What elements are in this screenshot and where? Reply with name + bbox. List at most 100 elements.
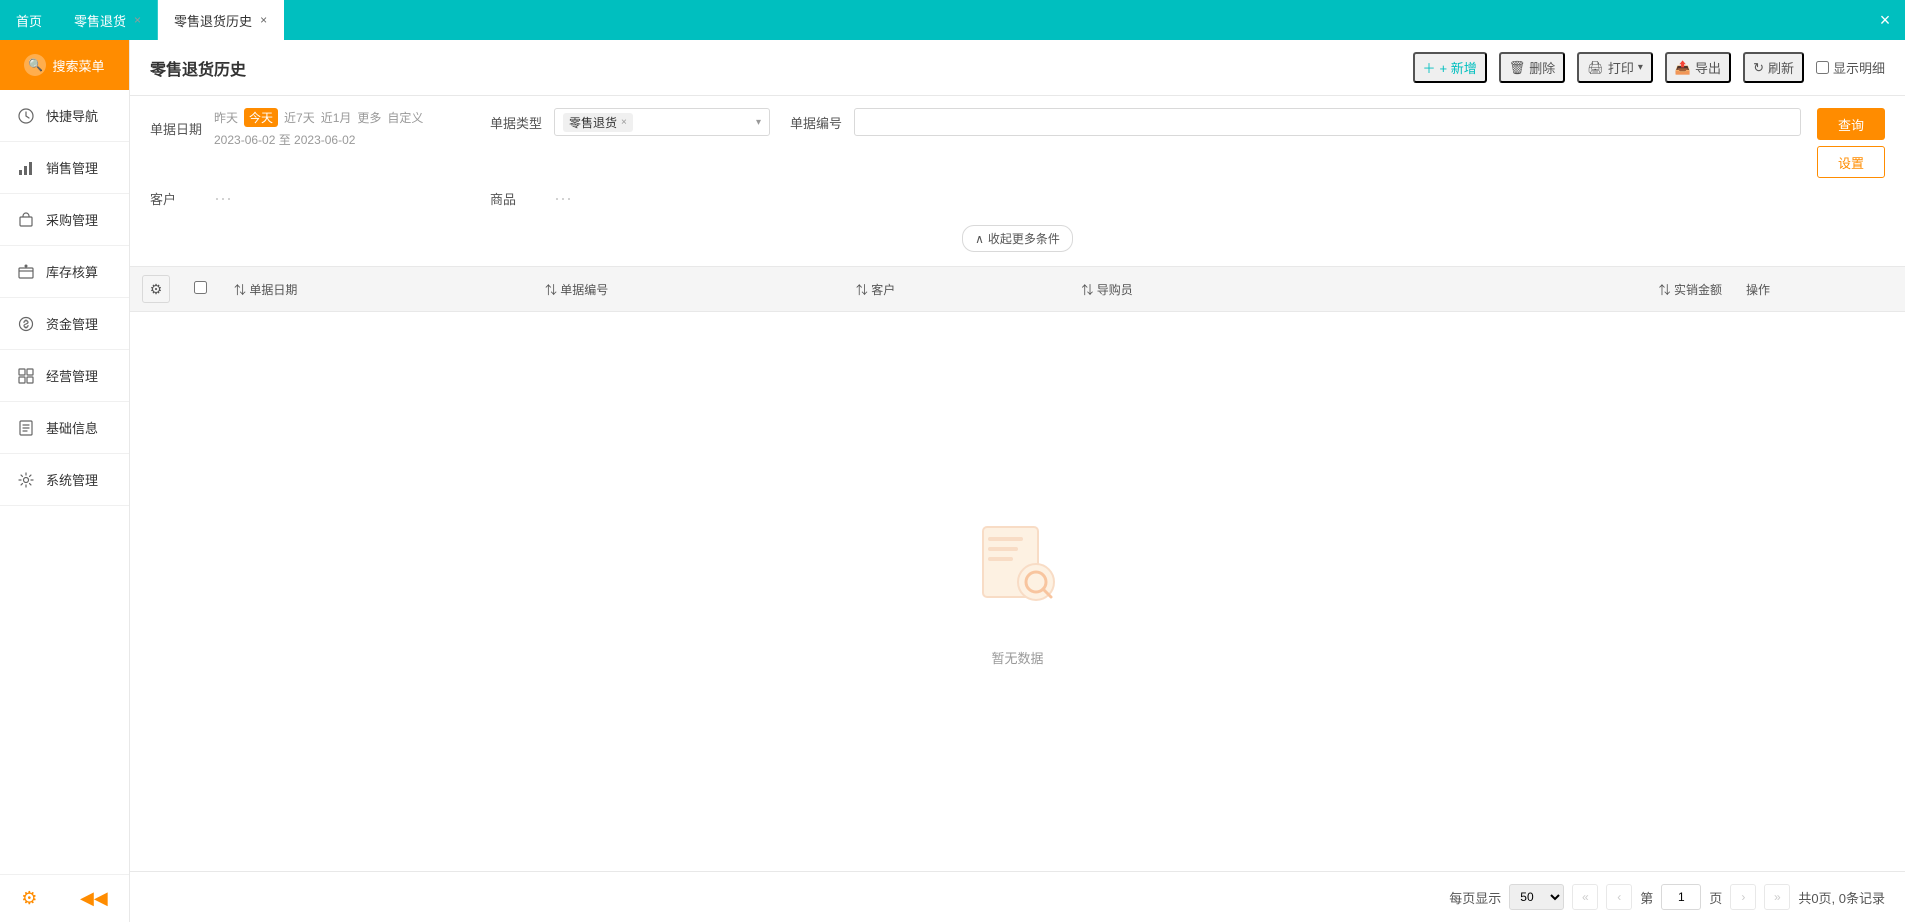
th-amount-label: ⇅ 实销金额 <box>1659 283 1722 297</box>
th-checkbox <box>182 267 222 312</box>
page-number-input[interactable] <box>1661 884 1701 910</box>
sidebar-item-inventory[interactable]: 库存核算 <box>0 246 129 298</box>
sidebar-item-label: 资金管理 <box>46 314 98 333</box>
system-mgmt-icon <box>16 470 36 490</box>
refresh-button[interactable]: ↻ 刷新 <box>1743 52 1804 83</box>
sidebar-item-basic-info[interactable]: 基础信息 <box>0 402 129 454</box>
show-detail-label: 显示明细 <box>1833 58 1885 77</box>
tab-home[interactable]: 首页 <box>0 0 58 40</box>
th-customer: ⇅ 客户 <box>844 267 1070 312</box>
filter-area: 单据日期 昨天 今天 近7天 近1月 更多 自定义 2023-06-02 至 2… <box>130 96 1905 267</box>
sidebar-item-label: 采购管理 <box>46 210 98 229</box>
prev-page-button[interactable]: ‹ <box>1606 884 1632 910</box>
sidebar-item-system-mgmt[interactable]: 系统管理 <box>0 454 129 506</box>
query-set-buttons: 查询 设置 <box>1817 108 1885 178</box>
sidebar-item-label: 库存核算 <box>46 262 98 281</box>
filter-more-row: ∧ 收起更多条件 <box>150 219 1885 254</box>
sidebar-item-sales-mgmt[interactable]: 销售管理 <box>0 142 129 194</box>
table-settings-button[interactable]: ⚙ <box>142 275 170 303</box>
th-date-label: ⇅ 单据日期 <box>234 283 297 297</box>
first-page-button[interactable]: « <box>1572 884 1598 910</box>
tab-retail-return-history[interactable]: 零售退货历史 × <box>158 0 284 40</box>
next-page-button[interactable]: › <box>1730 884 1756 910</box>
th-action: 操作 <box>1734 267 1905 312</box>
new-button[interactable]: ＋ + 新增 <box>1413 52 1487 83</box>
delete-button[interactable]: 🗑 删除 <box>1499 52 1566 83</box>
date-range-display: 2023-06-02 至 2023-06-02 <box>214 131 423 148</box>
tab-retail-return-history-close[interactable]: × <box>260 13 267 27</box>
volume-bottom-button[interactable]: ◀◀ <box>80 888 108 909</box>
show-detail-input[interactable] <box>1816 61 1829 74</box>
th-guide: ⇅ 导购员 <box>1069 267 1337 312</box>
page-label: 第 <box>1640 888 1653 907</box>
inventory-icon <box>16 262 36 282</box>
doc-type-select[interactable]: 零售退货 × ▾ <box>554 108 770 136</box>
sidebar-item-label: 快捷导航 <box>46 106 98 125</box>
customer-dots[interactable]: ··· <box>214 188 470 209</box>
doc-number-label: 单据编号 <box>790 113 846 132</box>
date-options-group: 昨天 今天 近7天 近1月 更多 自定义 2023-06-02 至 2023-0… <box>214 108 423 148</box>
collapse-more-button[interactable]: ∧ 收起更多条件 <box>962 225 1073 252</box>
date-option-yesterday[interactable]: 昨天 <box>214 109 238 126</box>
page-unit: 页 <box>1709 888 1722 907</box>
sidebar-item-quick-nav[interactable]: 快捷导航 <box>0 90 129 142</box>
show-detail-checkbox[interactable]: 显示明细 <box>1816 58 1885 77</box>
empty-text: 暂无数据 <box>991 648 1043 667</box>
page-header: 零售退货历史 ＋ + 新增 🗑 删除 🖨 打印 ▾ 📤 导出 <box>130 40 1905 96</box>
th-customer-label: ⇅ 客户 <box>856 283 895 297</box>
doc-number-input[interactable] <box>854 108 1801 136</box>
filter-customer-field: 客户 ··· <box>150 188 470 209</box>
settings-bottom-button[interactable]: ⚙ <box>21 888 37 909</box>
date-option-more[interactable]: 更多 <box>357 109 381 126</box>
filter-row-1: 单据日期 昨天 今天 近7天 近1月 更多 自定义 2023-06-02 至 2… <box>150 108 1885 178</box>
collapse-up-icon: ∧ <box>975 232 984 246</box>
goods-dots[interactable]: ··· <box>554 188 1885 209</box>
date-label: 单据日期 <box>150 119 206 138</box>
sidebar-item-label: 基础信息 <box>46 418 98 437</box>
doc-type-tag-close[interactable]: × <box>621 117 627 128</box>
print-chevron-icon: ▾ <box>1638 62 1643 73</box>
th-settings: ⚙ <box>130 267 182 312</box>
tab-retail-return[interactable]: 零售退货 × <box>58 0 158 40</box>
date-option-custom[interactable]: 自定义 <box>387 109 423 126</box>
th-guide-label: ⇅ 导购员 <box>1081 283 1132 297</box>
doc-type-tag: 零售退货 × <box>563 113 633 132</box>
table-area: ⚙ ⇅ 单据日期 ⇅ 单据编号 <box>130 267 1905 871</box>
filter-goods-field: 商品 ··· <box>490 188 1885 209</box>
doc-type-select-arrow: ▾ <box>756 117 761 128</box>
export-button[interactable]: 📤 导出 <box>1665 52 1731 83</box>
finance-mgmt-icon <box>16 314 36 334</box>
print-icon: 🖨 <box>1587 60 1604 76</box>
select-all-checkbox[interactable] <box>194 281 207 294</box>
top-bar: 首页 零售退货 × 零售退货历史 × × <box>0 0 1905 40</box>
collapse-label: 收起更多条件 <box>988 230 1060 247</box>
doc-type-label: 单据类型 <box>490 113 546 132</box>
set-button[interactable]: 设置 <box>1817 146 1885 178</box>
window-close-button[interactable]: × <box>1865 0 1905 40</box>
query-button[interactable]: 查询 <box>1817 108 1885 140</box>
sidebar-item-operations-mgmt[interactable]: 经营管理 <box>0 350 129 402</box>
tab-retail-return-close[interactable]: × <box>134 13 141 27</box>
page-title: 零售退货历史 <box>150 56 246 80</box>
refresh-icon: ↻ <box>1753 60 1764 76</box>
per-page-select[interactable]: 10 20 50 100 <box>1509 884 1564 910</box>
filter-doc-type-field: 单据类型 零售退货 × ▾ <box>490 108 770 136</box>
sidebar-item-label: 销售管理 <box>46 158 98 177</box>
purchase-mgmt-icon <box>16 210 36 230</box>
last-page-button[interactable]: » <box>1764 884 1790 910</box>
date-option-7days[interactable]: 近7天 <box>284 109 315 126</box>
search-icon: 🔍 <box>24 54 46 76</box>
date-option-today[interactable]: 今天 <box>244 108 278 127</box>
operations-mgmt-icon <box>16 366 36 386</box>
search-menu-button[interactable]: 🔍 搜索菜单 <box>0 40 129 90</box>
sidebar-item-finance-mgmt[interactable]: 资金管理 <box>0 298 129 350</box>
pagination: 每页显示 10 20 50 100 « ‹ 第 页 › » 共0页, 0条记录 <box>130 871 1905 922</box>
sales-mgmt-icon <box>16 158 36 178</box>
filter-date-field: 单据日期 昨天 今天 近7天 近1月 更多 自定义 2023-06-02 至 2… <box>150 108 470 148</box>
th-number: ⇅ 单据编号 <box>533 267 844 312</box>
date-option-1month[interactable]: 近1月 <box>321 109 352 126</box>
sidebar-item-purchase-mgmt[interactable]: 采购管理 <box>0 194 129 246</box>
delete-icon: 🗑 <box>1509 60 1526 76</box>
basic-info-icon <box>16 418 36 438</box>
print-button[interactable]: 🖨 打印 ▾ <box>1577 52 1653 83</box>
